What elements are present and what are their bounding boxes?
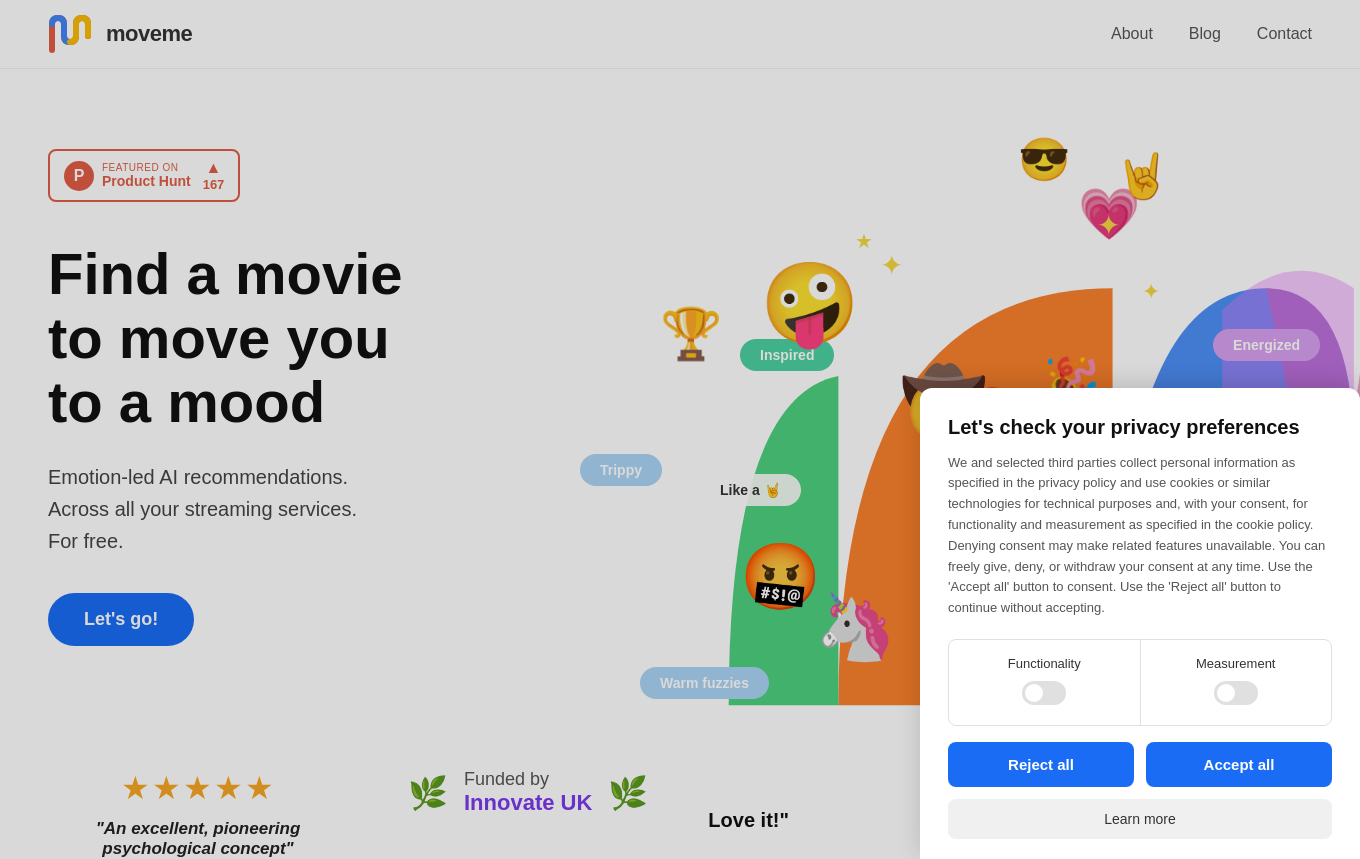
functionality-label: Functionality <box>965 656 1124 671</box>
measurement-toggle-cell: Measurement <box>1141 640 1332 725</box>
learn-more-button[interactable]: Learn more <box>948 799 1332 839</box>
cookie-toggles: Functionality Measurement <box>948 639 1332 726</box>
measurement-toggle[interactable] <box>1214 681 1258 705</box>
measurement-label: Measurement <box>1157 656 1316 671</box>
cookie-body: We and selected third parties collect pe… <box>948 453 1332 619</box>
cookie-title: Let's check your privacy preferences <box>948 416 1332 439</box>
functionality-toggle-cell: Functionality <box>949 640 1141 725</box>
cookie-panel: Let's check your privacy preferences We … <box>920 388 1360 859</box>
cookie-action-buttons: Reject all Accept all <box>948 742 1332 787</box>
reject-all-button[interactable]: Reject all <box>948 742 1134 787</box>
functionality-toggle[interactable] <box>1022 681 1066 705</box>
accept-all-button[interactable]: Accept all <box>1146 742 1332 787</box>
